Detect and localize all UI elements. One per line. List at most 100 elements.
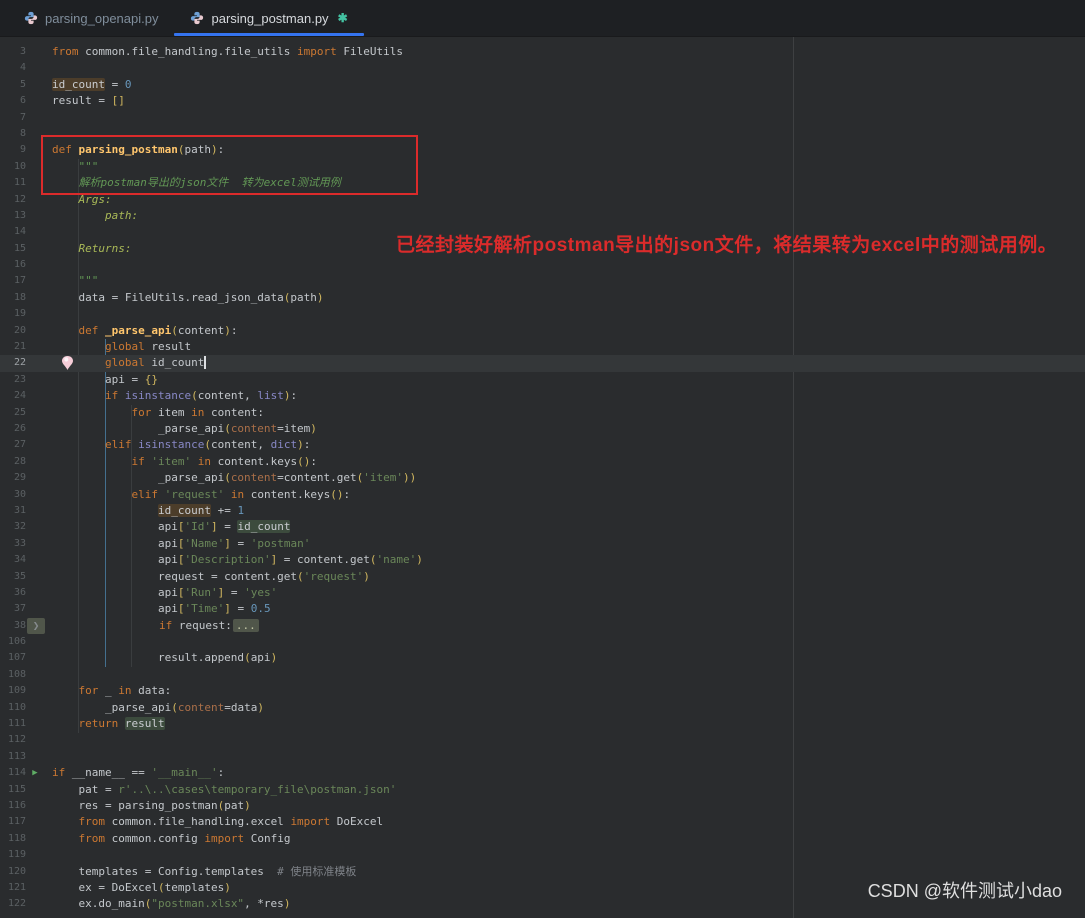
- line-number[interactable]: 117: [0, 814, 26, 830]
- line-number[interactable]: 28: [0, 454, 26, 470]
- code-line[interactable]: 32 api['Id'] = id_count: [0, 519, 1085, 535]
- code-line[interactable]: 36 api['Run'] = 'yes': [0, 585, 1085, 601]
- tab-parsing-postman[interactable]: parsing_postman.py ✱: [174, 0, 364, 36]
- line-number[interactable]: 30: [0, 487, 26, 503]
- line-number[interactable]: 106: [0, 634, 26, 650]
- code-line[interactable]: 19: [0, 306, 1085, 322]
- code-line[interactable]: 116 res = parsing_postman(pat): [0, 798, 1085, 814]
- code-line[interactable]: 111 return result: [0, 716, 1085, 732]
- line-number[interactable]: 10: [0, 159, 26, 175]
- line-number[interactable]: 7: [0, 110, 26, 126]
- tab-parsing-openapi[interactable]: parsing_openapi.py: [8, 0, 174, 36]
- code-line[interactable]: 16: [0, 257, 1085, 273]
- code-line[interactable]: 38 ❯ if request:...: [0, 617, 1085, 635]
- code-line[interactable]: 18 data = FileUtils.read_json_data(path): [0, 290, 1085, 306]
- line-number[interactable]: 112: [0, 732, 26, 748]
- code-line[interactable]: 17 """: [0, 273, 1085, 289]
- code-line[interactable]: 22 global id_count: [0, 355, 1085, 372]
- code-line[interactable]: 26 _parse_api(content=item): [0, 421, 1085, 437]
- line-number[interactable]: 13: [0, 208, 26, 224]
- code-line[interactable]: 114 ▶ if __name__ == '__main__':: [0, 765, 1085, 781]
- line-number[interactable]: 18: [0, 290, 26, 306]
- code-line[interactable]: 35 request = content.get('request'): [0, 569, 1085, 585]
- line-number[interactable]: 8: [0, 126, 26, 142]
- code-line[interactable]: 5 id_count = 0: [0, 77, 1085, 93]
- line-number[interactable]: 29: [0, 470, 26, 486]
- code-line[interactable]: 21 global result: [0, 339, 1085, 355]
- line-number[interactable]: 25: [0, 405, 26, 421]
- lightbulb-icon[interactable]: [62, 356, 73, 375]
- line-number[interactable]: 37: [0, 601, 26, 617]
- line-number[interactable]: 110: [0, 700, 26, 716]
- line-number[interactable]: 36: [0, 585, 26, 601]
- line-number[interactable]: 11: [0, 175, 26, 191]
- line-number[interactable]: 108: [0, 667, 26, 683]
- code-line[interactable]: 7: [0, 110, 1085, 126]
- code-line[interactable]: 119: [0, 847, 1085, 863]
- code-line[interactable]: 107 result.append(api): [0, 650, 1085, 666]
- line-number[interactable]: 4: [0, 60, 26, 76]
- line-number[interactable]: 21: [0, 339, 26, 355]
- code-line[interactable]: 31 id_count += 1: [0, 503, 1085, 519]
- code-line[interactable]: 6 result = []: [0, 93, 1085, 109]
- line-number[interactable]: 6: [0, 93, 26, 109]
- run-icon[interactable]: ▶: [26, 765, 44, 781]
- line-number[interactable]: 20: [0, 323, 26, 339]
- code-line[interactable]: 37 api['Time'] = 0.5: [0, 601, 1085, 617]
- line-number[interactable]: 119: [0, 847, 26, 863]
- code-line[interactable]: 115 pat = r'..\..\cases\temporary_file\p…: [0, 782, 1085, 798]
- code-line[interactable]: 34 api['Description'] = content.get('nam…: [0, 552, 1085, 568]
- line-number[interactable]: 120: [0, 864, 26, 880]
- line-number[interactable]: 12: [0, 192, 26, 208]
- code-line[interactable]: 24 if isinstance(content, list):: [0, 388, 1085, 404]
- line-number[interactable]: 26: [0, 421, 26, 437]
- line-number[interactable]: 122: [0, 896, 26, 912]
- line-number[interactable]: 38: [0, 618, 26, 634]
- fold-arrow-icon[interactable]: ❯: [27, 617, 45, 635]
- code-line[interactable]: 28 if 'item' in content.keys():: [0, 454, 1085, 470]
- line-number[interactable]: 109: [0, 683, 26, 699]
- code-line[interactable]: 4: [0, 60, 1085, 76]
- code-line[interactable]: 33 api['Name'] = 'postman': [0, 536, 1085, 552]
- code-line[interactable]: 118 from common.config import Config: [0, 831, 1085, 847]
- code-line[interactable]: 108: [0, 667, 1085, 683]
- code-line[interactable]: 106: [0, 634, 1085, 650]
- line-number[interactable]: 111: [0, 716, 26, 732]
- line-number[interactable]: 17: [0, 273, 26, 289]
- line-number[interactable]: 33: [0, 536, 26, 552]
- code-line[interactable]: 29 _parse_api(content=content.get('item'…: [0, 470, 1085, 486]
- line-number[interactable]: 115: [0, 782, 26, 798]
- line-number[interactable]: 14: [0, 224, 26, 240]
- code-line[interactable]: 23 api = {}: [0, 372, 1085, 388]
- line-number[interactable]: 3: [0, 44, 26, 60]
- line-number[interactable]: 31: [0, 503, 26, 519]
- line-number[interactable]: 32: [0, 519, 26, 535]
- code-line[interactable]: 25 for item in content:: [0, 405, 1085, 421]
- modified-indicator-icon[interactable]: ✱: [338, 11, 348, 25]
- code-line[interactable]: 30 elif 'request' in content.keys():: [0, 487, 1085, 503]
- line-number[interactable]: 118: [0, 831, 26, 847]
- line-number[interactable]: 15: [0, 241, 26, 257]
- line-number[interactable]: 121: [0, 880, 26, 896]
- line-number[interactable]: 116: [0, 798, 26, 814]
- code-line[interactable]: 112: [0, 732, 1085, 748]
- line-number[interactable]: 114: [0, 765, 26, 781]
- line-number[interactable]: 27: [0, 437, 26, 453]
- code-line[interactable]: 110 _parse_api(content=data): [0, 700, 1085, 716]
- code-line[interactable]: 117 from common.file_handling.excel impo…: [0, 814, 1085, 830]
- line-number[interactable]: 24: [0, 388, 26, 404]
- line-number[interactable]: 34: [0, 552, 26, 568]
- line-number[interactable]: 19: [0, 306, 26, 322]
- line-number[interactable]: 113: [0, 749, 26, 765]
- code-line[interactable]: 113: [0, 749, 1085, 765]
- code-line[interactable]: 20 def _parse_api(content):: [0, 323, 1085, 339]
- line-number[interactable]: 35: [0, 569, 26, 585]
- line-number[interactable]: 107: [0, 650, 26, 666]
- line-number[interactable]: 5: [0, 77, 26, 93]
- code-line[interactable]: 27 elif isinstance(content, dict):: [0, 437, 1085, 453]
- code-line[interactable]: 109 for _ in data:: [0, 683, 1085, 699]
- code-line[interactable]: 13 path:: [0, 208, 1085, 224]
- code-line[interactable]: 3 from common.file_handling.file_utils im…: [0, 44, 1085, 60]
- line-number[interactable]: 22: [0, 355, 26, 371]
- line-number[interactable]: 23: [0, 372, 26, 388]
